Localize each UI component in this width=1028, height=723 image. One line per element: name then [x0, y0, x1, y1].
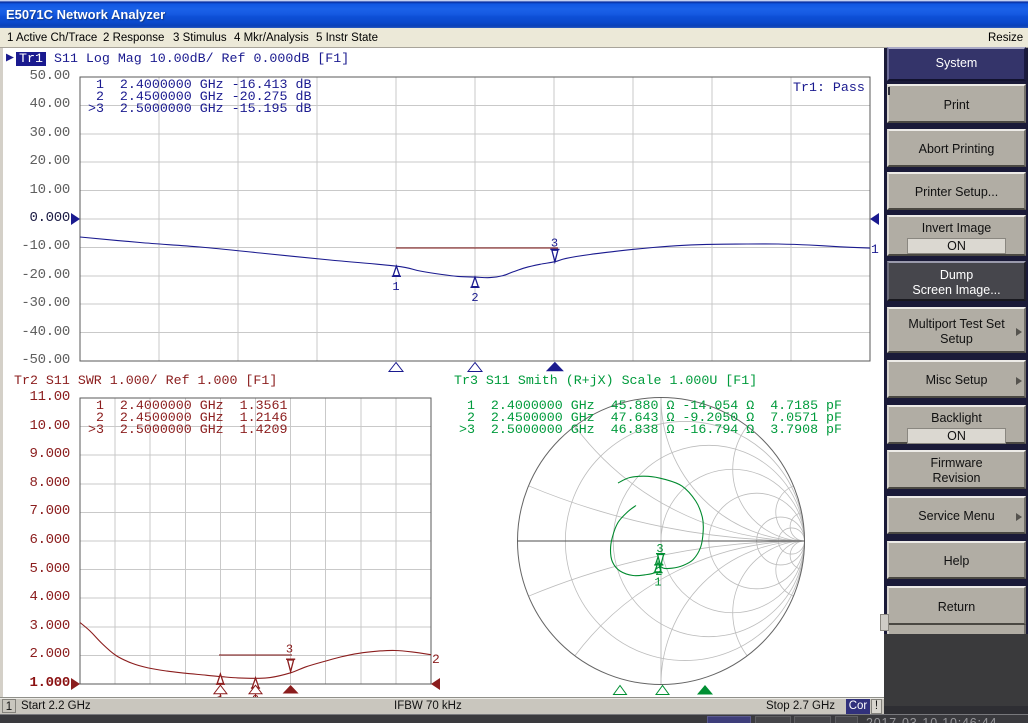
- svg-text:3: 3: [656, 542, 663, 556]
- svg-text:2: 2: [655, 565, 662, 579]
